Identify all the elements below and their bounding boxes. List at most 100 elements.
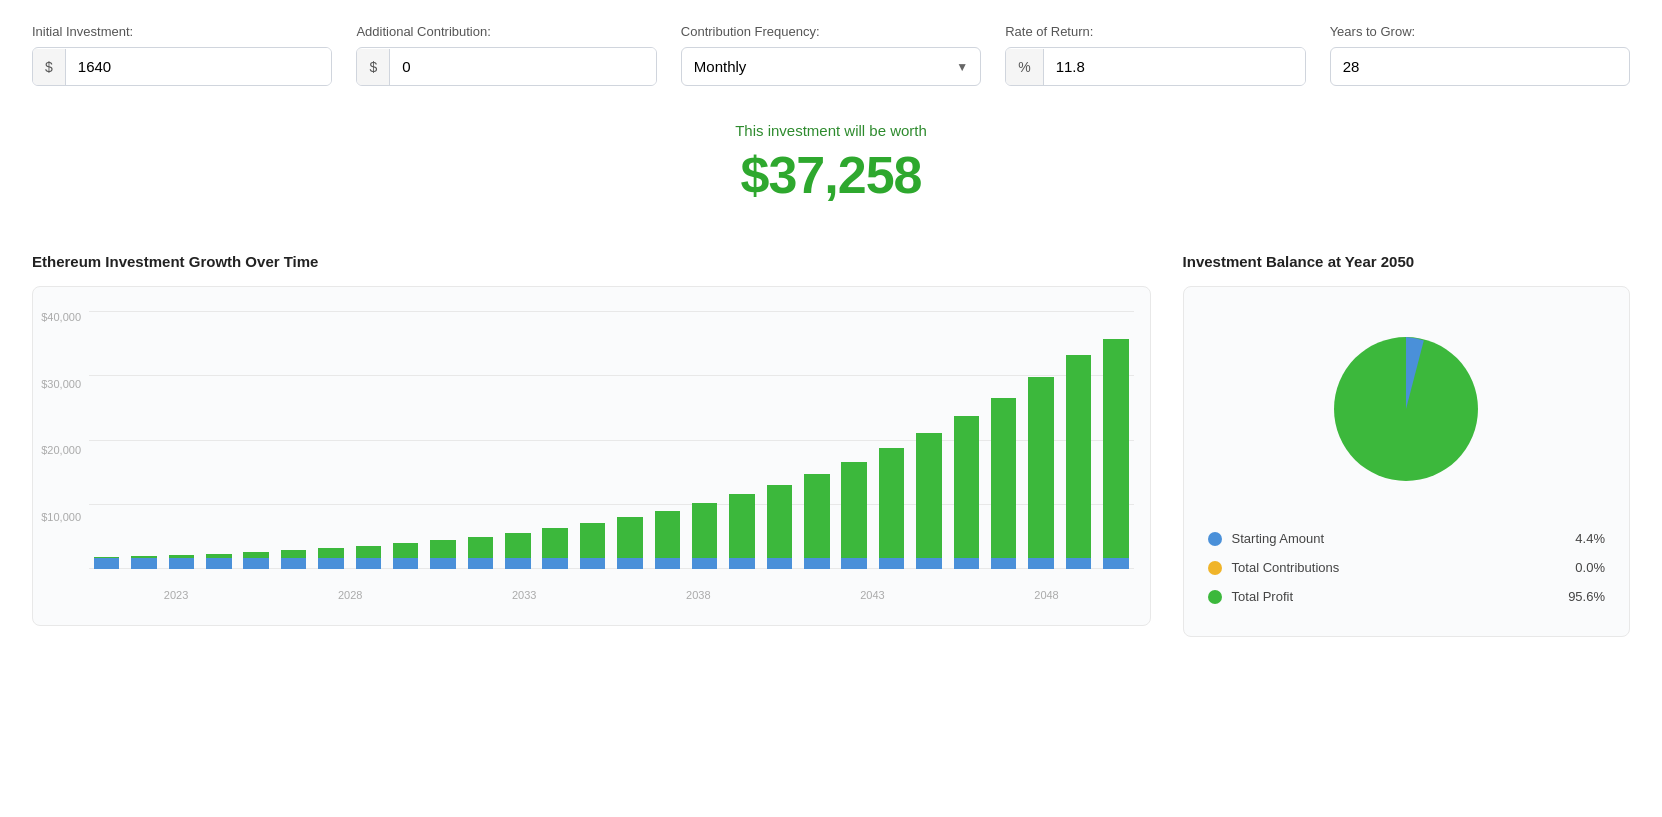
y-label-10k: $10,000 <box>41 511 81 523</box>
rate-of-return-group: Rate of Return: % <box>1005 24 1305 86</box>
bar-group-2049 <box>1061 311 1096 569</box>
bar-starting-2039 <box>692 558 717 569</box>
bar-group-2025 <box>164 311 199 569</box>
bar-profit-2034 <box>505 533 530 558</box>
contribution-frequency-select-wrapper: Daily Weekly Monthly Quarterly Annually … <box>681 47 981 86</box>
bar-starting-2044 <box>879 558 904 569</box>
legend-item-contributions: Total Contributions 0.0% <box>1208 560 1605 575</box>
initial-investment-input[interactable] <box>66 48 332 85</box>
rate-of-return-label: Rate of Return: <box>1005 24 1305 39</box>
bar-starting-2042 <box>804 558 829 569</box>
bar-group-2030 <box>351 311 386 569</box>
bar-starting-2025 <box>169 558 194 569</box>
legend-dot-profit <box>1208 590 1222 604</box>
bar-group-2026 <box>201 311 236 569</box>
bar-group-2041 <box>762 311 797 569</box>
pie-chart-wrapper: Starting Amount 4.4% Total Contributions… <box>1183 286 1630 637</box>
bar-starting-2032 <box>430 558 455 569</box>
bar-starting-2041 <box>767 558 792 569</box>
result-section: This investment will be worth $37,258 <box>32 122 1630 205</box>
bar-profit-2043 <box>841 462 866 559</box>
bar-starting-2037 <box>617 558 642 569</box>
bar-group-2038 <box>650 311 685 569</box>
bar-starting-2046 <box>954 558 979 569</box>
rate-of-return-prefix: % <box>1006 49 1043 85</box>
additional-contribution-input-wrapper: $ <box>356 47 656 86</box>
bar-group-2040 <box>724 311 759 569</box>
bar-profit-2045 <box>916 433 941 558</box>
additional-contribution-prefix: $ <box>357 49 390 85</box>
x-label-2048: 2048 <box>1034 589 1058 601</box>
bar-group-2036 <box>575 311 610 569</box>
bar-profit-2049 <box>1066 355 1091 559</box>
bar-group-2042 <box>799 311 834 569</box>
years-to-grow-input[interactable] <box>1330 47 1630 86</box>
bar-starting-2024 <box>131 558 156 569</box>
result-value: $37,258 <box>32 145 1630 205</box>
bar-profit-2042 <box>804 474 829 559</box>
bar-group-2044 <box>874 311 909 569</box>
charts-section: Ethereum Investment Growth Over Time $40… <box>32 253 1630 637</box>
legend-dot-contributions <box>1208 561 1222 575</box>
bar-starting-2035 <box>542 558 567 569</box>
y-axis: $40,000 $30,000 $20,000 $10,000 <box>33 311 89 577</box>
additional-contribution-label: Additional Contribution: <box>356 24 656 39</box>
contribution-frequency-select[interactable]: Daily Weekly Monthly Quarterly Annually <box>682 48 980 85</box>
bar-profit-2036 <box>580 523 605 558</box>
rate-of-return-input-wrapper: % <box>1005 47 1305 86</box>
bar-starting-2029 <box>318 558 343 569</box>
bar-group-2027 <box>239 311 274 569</box>
legend-pct-profit: 95.6% <box>1568 589 1605 604</box>
y-label-40k: $40,000 <box>41 311 81 323</box>
bars-area: 2023 2028 2033 2038 2043 2048 <box>89 311 1134 609</box>
bar-starting-2030 <box>356 558 381 569</box>
additional-contribution-input[interactable] <box>390 48 656 85</box>
bar-group-2034 <box>500 311 535 569</box>
bar-starting-2026 <box>206 558 231 569</box>
bar-chart-wrapper: $40,000 $30,000 $20,000 $10,000 2023 <box>32 286 1151 626</box>
x-label-2028: 2028 <box>338 589 362 601</box>
bar-group-2047 <box>986 311 1021 569</box>
bar-profit-2050 <box>1103 339 1128 558</box>
bar-group-2037 <box>612 311 647 569</box>
legend-item-profit: Total Profit 95.6% <box>1208 589 1605 604</box>
bar-group-2033 <box>463 311 498 569</box>
bar-group-2046 <box>949 311 984 569</box>
bar-starting-2034 <box>505 558 530 569</box>
result-label: This investment will be worth <box>32 122 1630 139</box>
bar-profit-2032 <box>430 540 455 558</box>
bar-starting-2028 <box>281 558 306 569</box>
x-label-2023: 2023 <box>164 589 188 601</box>
bar-profit-2047 <box>991 398 1016 559</box>
bar-starting-2050 <box>1103 558 1128 569</box>
bar-profit-2029 <box>318 548 343 558</box>
x-label-2038: 2038 <box>686 589 710 601</box>
bar-profit-2033 <box>468 537 493 558</box>
legend-label-starting: Starting Amount <box>1232 531 1566 546</box>
bar-group-2029 <box>313 311 348 569</box>
y-label-20k: $20,000 <box>41 444 81 456</box>
bar-profit-2031 <box>393 543 418 558</box>
bar-profit-2044 <box>879 448 904 558</box>
years-to-grow-label: Years to Grow: <box>1330 24 1630 39</box>
bar-profit-2038 <box>655 511 680 559</box>
bar-starting-2033 <box>468 558 493 569</box>
legend-label-profit: Total Profit <box>1232 589 1559 604</box>
pie-chart-svg <box>1316 319 1496 499</box>
bar-profit-2046 <box>954 416 979 558</box>
contribution-frequency-label: Contribution Frequency: <box>681 24 981 39</box>
bar-group-2028 <box>276 311 311 569</box>
bar-starting-2040 <box>729 558 754 569</box>
bar-group-2043 <box>837 311 872 569</box>
bar-profit-2048 <box>1028 377 1053 558</box>
bar-starting-2048 <box>1028 558 1053 569</box>
bar-starting-2023 <box>94 558 119 569</box>
bar-group-2050 <box>1098 311 1133 569</box>
x-label-2033: 2033 <box>512 589 536 601</box>
rate-of-return-input[interactable] <box>1044 48 1305 85</box>
initial-investment-label: Initial Investment: <box>32 24 332 39</box>
x-axis-labels: 2023 2028 2033 2038 2043 2048 <box>89 589 1134 601</box>
bar-profit-2037 <box>617 517 642 558</box>
bar-group-2031 <box>388 311 423 569</box>
bar-group-2023 <box>89 311 124 569</box>
